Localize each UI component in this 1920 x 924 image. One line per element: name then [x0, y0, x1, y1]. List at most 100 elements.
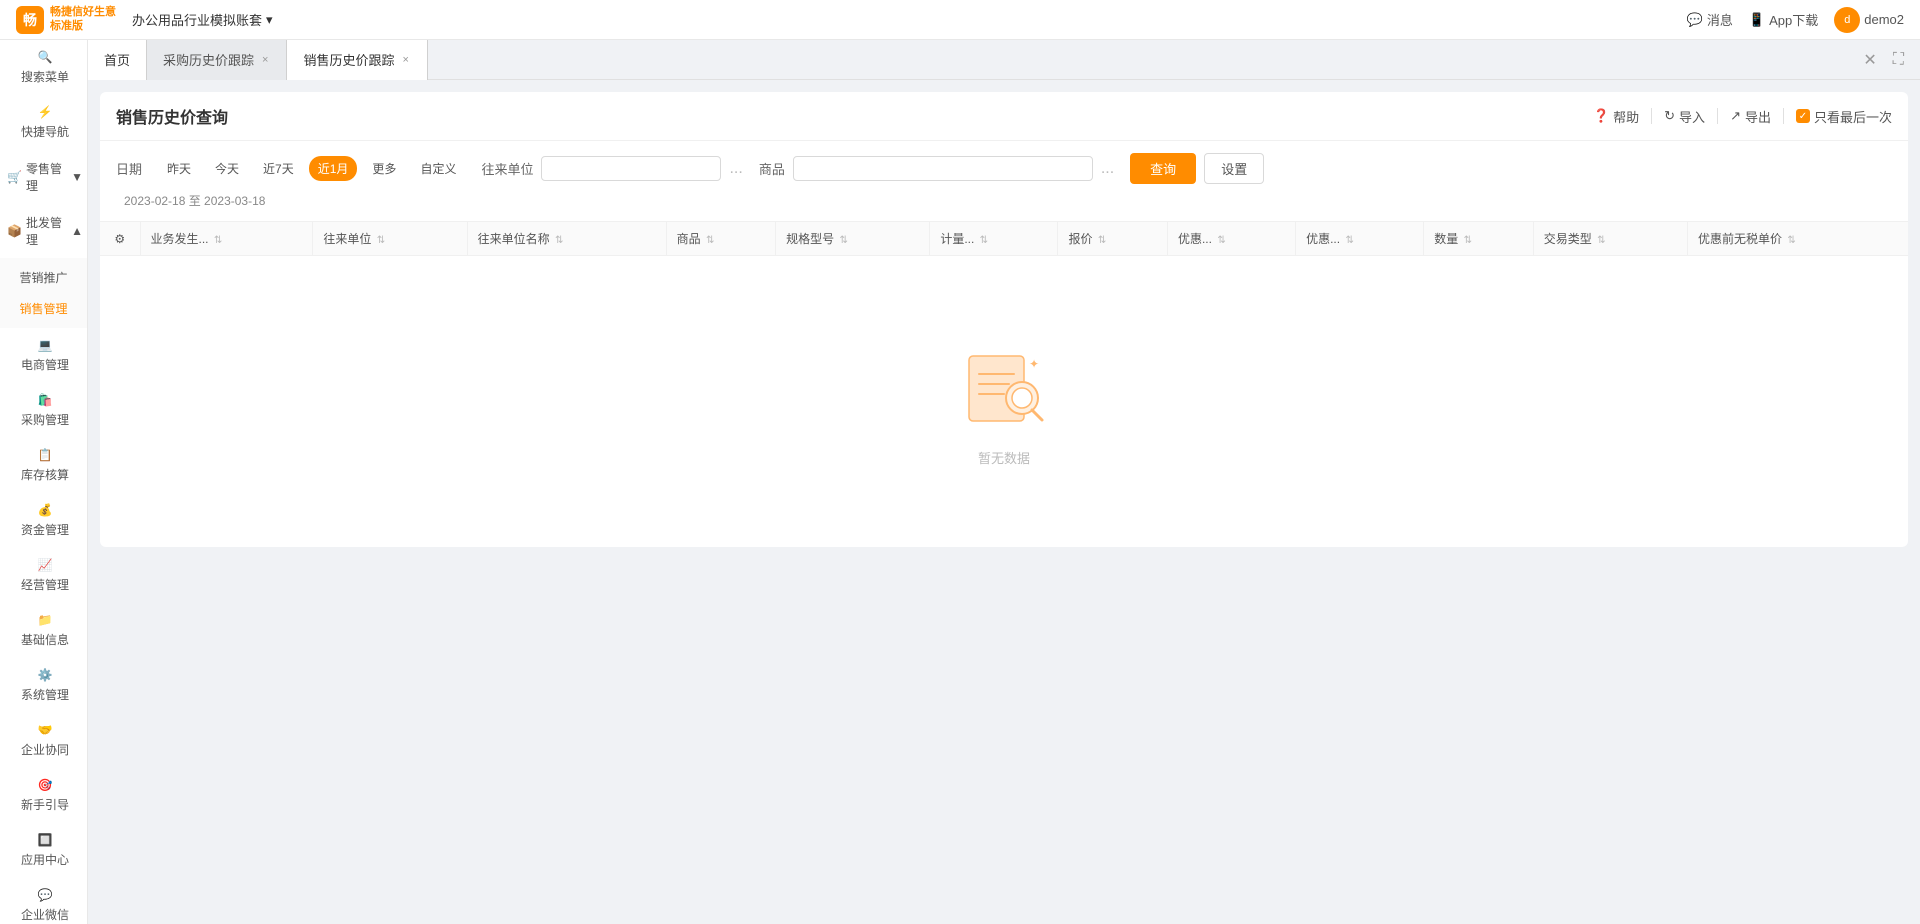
- tab-sales-history[interactable]: 销售历史价跟踪 ×: [287, 40, 427, 80]
- purchase-icon: 🛍️: [38, 393, 53, 407]
- tab-bar-actions: ✕ ⛶: [1859, 46, 1920, 74]
- help-btn[interactable]: ❓ 帮助: [1593, 107, 1639, 126]
- sidebar-item-operation[interactable]: 📈 经营管理: [0, 548, 87, 603]
- sidebar-item-ecommerce[interactable]: 💻 电商管理: [0, 328, 87, 383]
- only-last-checkbox[interactable]: ✓ 只看最后一次: [1796, 107, 1892, 126]
- user-menu-btn[interactable]: d demo2: [1834, 7, 1904, 33]
- page-header-actions: ❓ 帮助 ↻ 导入 ↗ 导出: [1593, 107, 1892, 126]
- retail-icon: 🛒: [7, 170, 22, 184]
- sidebar-sub-wholesale: 营销推广 销售管理: [0, 258, 87, 328]
- date-btn-7days[interactable]: 近7天: [254, 156, 303, 181]
- sidebar-item-retail[interactable]: 🛒 零售管理 ▼: [0, 150, 87, 204]
- th-unit[interactable]: 计量... ⇅: [930, 222, 1058, 256]
- wholesale-icon: 📦: [7, 224, 22, 238]
- date-btn-yesterday[interactable]: 昨天: [158, 156, 200, 181]
- th-partner-name[interactable]: 往来单位名称 ⇅: [467, 222, 666, 256]
- sidebar-item-sales[interactable]: 销售管理: [0, 293, 87, 324]
- table-container: ⚙ 业务发生... ⇅ 往来单位 ⇅: [100, 222, 1908, 256]
- divider2: [1717, 108, 1718, 124]
- page-title: 销售历史价查询: [116, 104, 228, 128]
- product-field: 商品 ...: [759, 156, 1114, 181]
- sidebar-item-basic[interactable]: 📁 基础信息: [0, 603, 87, 658]
- settings-gear-icon[interactable]: ⚙: [114, 232, 125, 246]
- sort-icon-partner-code: ⇅: [377, 235, 385, 246]
- fullscreen-btn[interactable]: ⛶: [1889, 47, 1908, 73]
- th-discount1[interactable]: 优惠... ⇅: [1167, 222, 1295, 256]
- main-layout: 🔍 搜索菜单 ⚡ 快捷导航 🛒 零售管理 ▼ 📦 批发管理 ▲ 营销推广 销售管…: [0, 40, 1920, 924]
- th-settings: ⚙: [100, 222, 140, 256]
- th-tax-free-price[interactable]: 优惠前无税单价 ⇅: [1687, 222, 1908, 256]
- th-spec[interactable]: 规格型号 ⇅: [776, 222, 930, 256]
- svg-text:✦: ✦: [1029, 357, 1039, 371]
- tab-close-sales[interactable]: ×: [400, 52, 410, 68]
- divider3: [1783, 108, 1784, 124]
- logo-area: 畅 畅捷信好生意 标准版: [16, 6, 116, 34]
- app-selector[interactable]: 办公用品行业模拟账套 ▾: [124, 6, 281, 33]
- app-download-btn[interactable]: 📱 App下载: [1749, 10, 1818, 29]
- help-icon: ❓: [1593, 108, 1609, 124]
- sidebar-item-cooperation[interactable]: 🤝 企业协同: [0, 713, 87, 768]
- sidebar: 🔍 搜索菜单 ⚡ 快捷导航 🛒 零售管理 ▼ 📦 批发管理 ▲ 营销推广 销售管…: [0, 40, 88, 924]
- product-input[interactable]: [793, 156, 1093, 181]
- date-btn-today[interactable]: 今天: [206, 156, 248, 181]
- sidebar-item-finance[interactable]: 💰 资金管理: [0, 493, 87, 548]
- export-icon: ↗: [1730, 108, 1741, 124]
- date-btn-custom[interactable]: 自定义: [411, 156, 465, 181]
- import-btn[interactable]: ↻ 导入: [1664, 107, 1705, 126]
- sort-icon-trade-type: ⇅: [1597, 235, 1605, 246]
- sidebar-item-guide[interactable]: 🎯 新手引导: [0, 768, 87, 823]
- empty-text: 暂无数据: [978, 448, 1030, 467]
- date-btns: 昨天 今天 近7天 近1月 更多 自定义: [158, 156, 465, 181]
- source-field: 往来单位 ...: [481, 156, 742, 181]
- ecommerce-icon: 💻: [38, 338, 53, 352]
- th-quote-price[interactable]: 报价 ⇅: [1058, 222, 1168, 256]
- sort-icon-biz-date: ⇅: [214, 235, 222, 246]
- th-partner-code[interactable]: 往来单位 ⇅: [313, 222, 467, 256]
- basic-icon: 📁: [38, 613, 53, 627]
- empty-illustration: ✦: [954, 336, 1054, 436]
- th-quantity[interactable]: 数量 ⇅: [1424, 222, 1534, 256]
- apps-icon: 🔲: [38, 833, 53, 847]
- sort-icon-unit: ⇅: [980, 235, 988, 246]
- checkbox-icon: ✓: [1796, 109, 1810, 123]
- filter-actions: 查询 设置: [1130, 153, 1264, 184]
- export-btn[interactable]: ↗ 导出: [1730, 107, 1771, 126]
- sidebar-item-inventory[interactable]: 📋 库存核算: [0, 438, 87, 493]
- sidebar-item-search[interactable]: 🔍 搜索菜单: [0, 40, 87, 95]
- chevron-down-icon: ▼: [71, 170, 83, 184]
- tab-close-purchase[interactable]: ×: [260, 52, 270, 68]
- sidebar-item-wholesale[interactable]: 📦 批发管理 ▲: [0, 204, 87, 258]
- message-btn[interactable]: 💬 消息: [1687, 10, 1733, 29]
- sidebar-item-wechat[interactable]: 💬 企业微信: [0, 878, 87, 924]
- th-biz-date[interactable]: 业务发生... ⇅: [140, 222, 313, 256]
- source-input[interactable]: [541, 156, 721, 181]
- message-icon: 💬: [1687, 12, 1703, 28]
- th-product[interactable]: 商品 ⇅: [666, 222, 776, 256]
- th-trade-type[interactable]: 交易类型 ⇅: [1533, 222, 1687, 256]
- sidebar-item-marketing[interactable]: 营销推广: [0, 262, 87, 293]
- finance-icon: 💰: [38, 503, 53, 517]
- tab-home[interactable]: 首页: [88, 40, 147, 80]
- top-bar: 畅 畅捷信好生意 标准版 办公用品行业模拟账套 ▾ 💬 消息 📱 App下载 d…: [0, 0, 1920, 40]
- sort-icon-tax-free-price: ⇅: [1787, 235, 1795, 246]
- th-discount2[interactable]: 优惠... ⇅: [1296, 222, 1424, 256]
- query-button[interactable]: 查询: [1130, 153, 1196, 184]
- filter-area: 日期 昨天 今天 近7天 近1月 更多 自定义 往来单位 ...: [100, 141, 1908, 222]
- date-btn-1month[interactable]: 近1月: [309, 156, 358, 181]
- sidebar-item-shortcuts[interactable]: ⚡ 快捷导航: [0, 95, 87, 150]
- top-bar-right: 💬 消息 📱 App下载 d demo2: [1687, 7, 1904, 33]
- tab-purchase-history[interactable]: 采购历史价跟踪 ×: [147, 40, 287, 80]
- product-dots: ...: [1101, 160, 1114, 178]
- sidebar-item-apps[interactable]: 🔲 应用中心: [0, 823, 87, 878]
- sort-icon-spec: ⇅: [839, 235, 847, 246]
- settings-button[interactable]: 设置: [1204, 153, 1264, 184]
- sidebar-item-purchase[interactable]: 🛍️ 采购管理: [0, 383, 87, 438]
- sort-icon-product: ⇅: [706, 235, 714, 246]
- lightning-icon: ⚡: [38, 105, 53, 119]
- tab-bar: 首页 采购历史价跟踪 × 销售历史价跟踪 × ✕ ⛶: [88, 40, 1920, 80]
- avatar: d: [1834, 7, 1860, 33]
- date-btn-more[interactable]: 更多: [363, 156, 405, 181]
- close-all-btn[interactable]: ✕: [1859, 46, 1880, 74]
- chevron-down-icon: ▾: [266, 12, 273, 28]
- sidebar-item-system[interactable]: ⚙️ 系统管理: [0, 658, 87, 713]
